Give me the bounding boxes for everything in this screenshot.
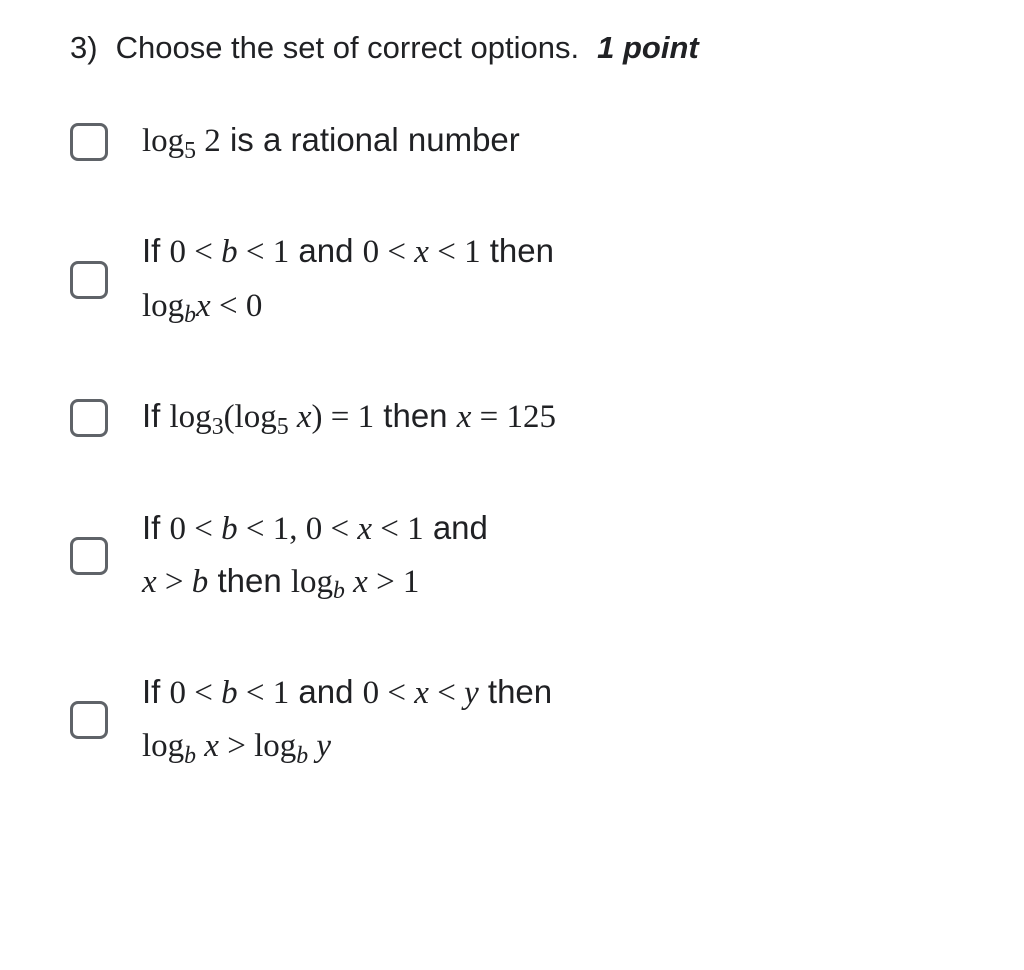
- option-2-text: If 0 < b < 1 and 0 < x < 1 then logbx < …: [142, 225, 554, 334]
- checkbox-3[interactable]: [70, 399, 108, 437]
- checkbox-1[interactable]: [70, 123, 108, 161]
- option-5: If 0 < b < 1 and 0 < x < y then logb x >…: [70, 666, 954, 775]
- checkbox-2[interactable]: [70, 261, 108, 299]
- option-3: If log3(log5 x) = 1 then x = 125: [70, 390, 954, 445]
- option-4-text: If 0 < b < 1, 0 < x < 1 and x > b then l…: [142, 502, 488, 611]
- question-number: 3): [70, 30, 98, 66]
- option-1: log5 2 is a rational number: [70, 114, 954, 169]
- question-points: 1 point: [597, 30, 699, 66]
- checkbox-4[interactable]: [70, 537, 108, 575]
- option-1-text: log5 2 is a rational number: [142, 114, 520, 169]
- option-2: If 0 < b < 1 and 0 < x < 1 then logbx < …: [70, 225, 954, 334]
- question-header: 3) Choose the set of correct options. 1 …: [70, 30, 954, 66]
- option-3-text: If log3(log5 x) = 1 then x = 125: [142, 390, 556, 445]
- question-prompt: Choose the set of correct options.: [116, 30, 580, 66]
- checkbox-5[interactable]: [70, 701, 108, 739]
- option-4: If 0 < b < 1, 0 < x < 1 and x > b then l…: [70, 502, 954, 611]
- option-5-text: If 0 < b < 1 and 0 < x < y then logb x >…: [142, 666, 552, 775]
